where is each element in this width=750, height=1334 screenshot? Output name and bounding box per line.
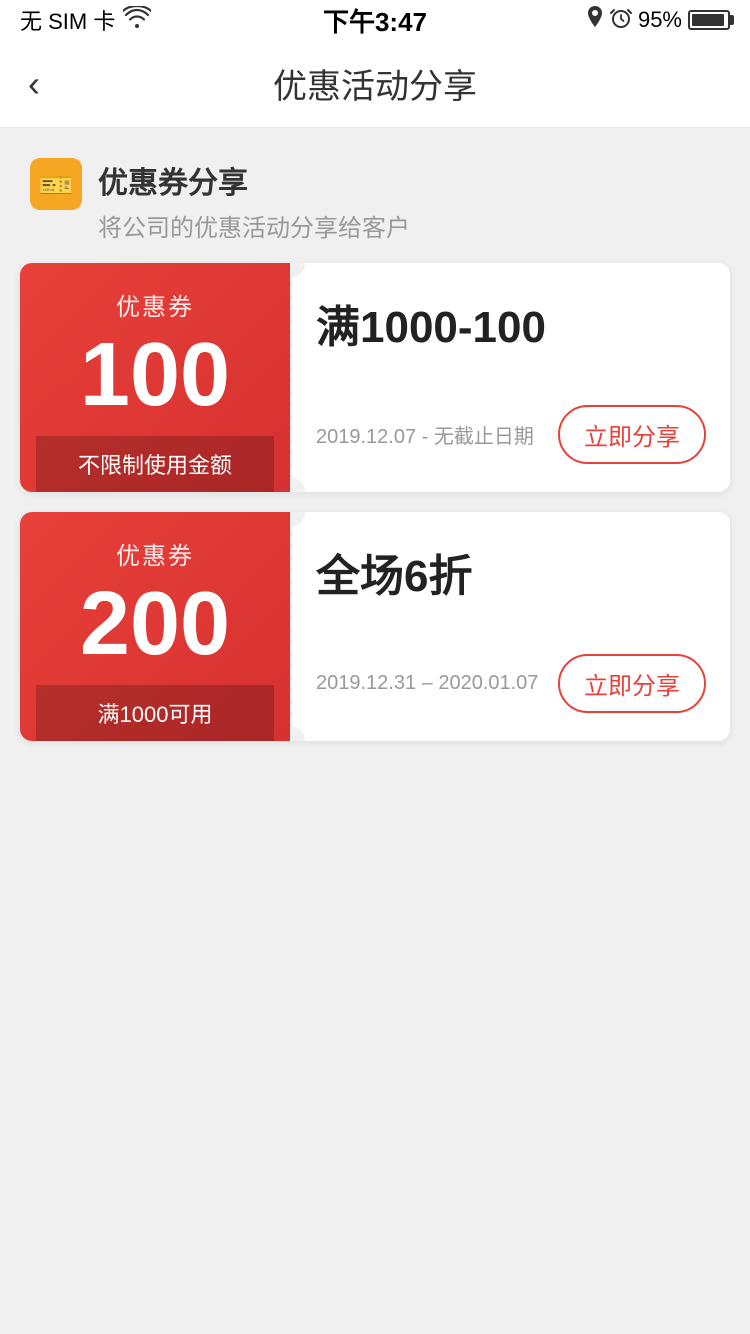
coupon-footer-2: 2019.12.31 – 2020.01.07 立即分享 [316,654,706,713]
battery-fill [692,14,724,26]
section-header: 🎫 优惠券分享 将公司的优惠活动分享给客户 [0,128,750,263]
alarm-icon [610,6,632,34]
share-button-2[interactable]: 立即分享 [558,654,706,713]
share-button-1[interactable]: 立即分享 [558,405,706,464]
coupon-left-2: 优惠券 200 满1000可用 [20,512,290,741]
coupon-value-1: 100 [80,330,230,420]
coupon-left-1: 优惠券 100 不限制使用金额 [20,263,290,492]
nav-title: 优惠活动分享 [273,59,477,108]
coupon-date-1: 2019.12.07 - 无截止日期 [316,420,534,449]
location-icon [586,6,604,34]
main-content: 🎫 优惠券分享 将公司的优惠活动分享给客户 优惠券 100 不限制使用金额 满1… [0,128,750,888]
coupon-title-1: 满1000-100 [316,291,706,355]
coupon-value-2: 200 [80,579,230,669]
section-text: 优惠券分享 将公司的优惠活动分享给客户 [98,158,410,243]
status-right: 95% [586,6,730,34]
section-subtitle: 将公司的优惠活动分享给客户 [98,208,410,243]
coupon-date-2: 2019.12.31 – 2020.01.07 [316,672,538,695]
section-icon: 🎫 [30,158,82,210]
coupon-emoji-icon: 🎫 [39,168,74,201]
coupon-card: 优惠券 100 不限制使用金额 满1000-100 2019.12.07 - 无… [20,263,730,492]
coupon-card-2: 优惠券 200 满1000可用 全场6折 2019.12.31 – 2020.0… [20,512,730,741]
coupon-condition-2: 满1000可用 [36,685,274,741]
coupon-right-2: 全场6折 2019.12.31 – 2020.01.07 立即分享 [292,512,730,741]
battery-icon [688,10,730,30]
coupon-label-1: 优惠券 [116,287,194,322]
coupon-label-2: 优惠券 [116,536,194,571]
status-left: 无 SIM 卡 [20,4,151,36]
coupon-footer-1: 2019.12.07 - 无截止日期 立即分享 [316,405,706,464]
battery-percent: 95% [638,7,682,33]
coupon-right-1: 满1000-100 2019.12.07 - 无截止日期 立即分享 [292,263,730,492]
status-time: 下午3:47 [323,2,427,39]
coupon-condition-1: 不限制使用金额 [36,436,274,492]
status-bar: 无 SIM 卡 下午3:47 95% [0,0,750,40]
wifi-icon [123,6,151,34]
carrier-label: 无 SIM 卡 [20,4,115,36]
coupon-title-2: 全场6折 [316,540,706,604]
coupon-list: 优惠券 100 不限制使用金额 满1000-100 2019.12.07 - 无… [0,263,750,761]
section-title: 优惠券分享 [98,158,410,202]
nav-bar: ‹ 优惠活动分享 [0,40,750,128]
back-button[interactable]: ‹ [28,66,40,102]
